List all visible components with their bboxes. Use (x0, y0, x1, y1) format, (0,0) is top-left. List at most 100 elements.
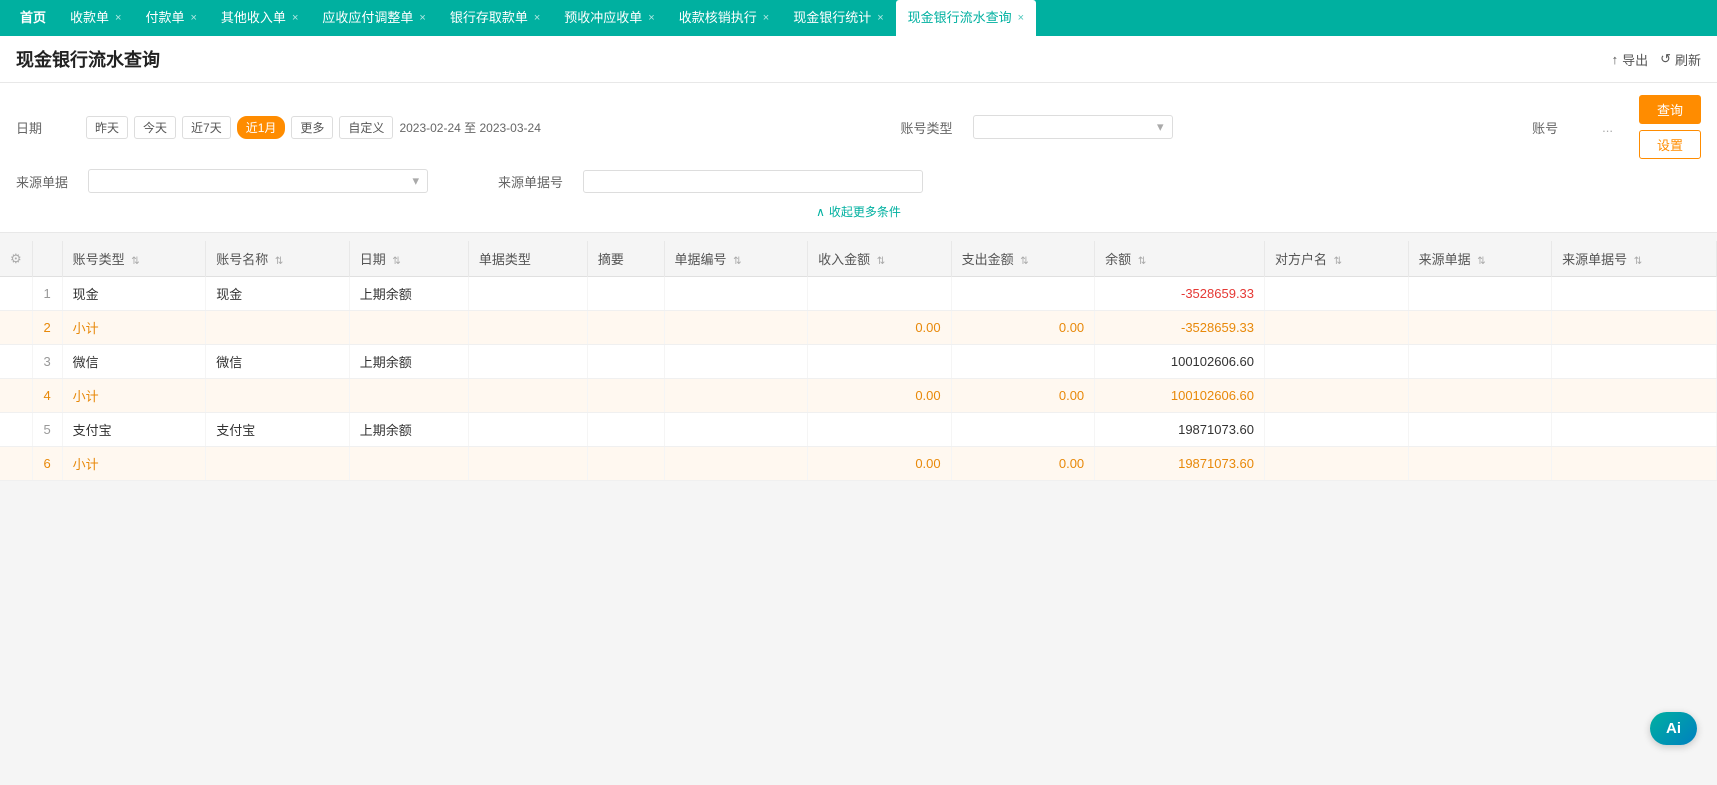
settings-button[interactable]: 设置 (1639, 130, 1701, 159)
nav-item-cash-bank-stats[interactable]: 现金银行统计 × (781, 0, 895, 36)
collapse-bar[interactable]: ∧ 收起更多条件 (16, 203, 1701, 220)
sort-icon: ⇅ (1334, 256, 1342, 267)
row-source-doc-no (1552, 311, 1717, 345)
row-balance: 100102606.60 (1095, 345, 1265, 379)
top-navigation: 首页 收款单 × 付款单 × 其他收入单 × 应收应付调整单 × 银行存取款单 … (0, 0, 1717, 36)
close-icon[interactable]: × (1018, 0, 1024, 36)
close-icon[interactable]: × (648, 0, 654, 36)
refresh-button[interactable]: ↺ 刷新 (1660, 50, 1701, 69)
row-account-type: 小计 (62, 311, 206, 345)
sort-icon: ⇅ (1020, 256, 1028, 267)
row-doc-type (468, 311, 587, 345)
nav-item-cash-bank-flow[interactable]: 现金银行流水查询 × (896, 0, 1036, 36)
date-btn-yesterday[interactable]: 昨天 (86, 116, 128, 139)
source-doc-no-input[interactable] (583, 170, 923, 193)
nav-item-receipt[interactable]: 收款单 × (58, 0, 133, 36)
chevron-down-icon: ▾ (412, 173, 419, 189)
row-summary (587, 447, 664, 481)
source-doc-column-header[interactable]: 来源单据 ⇅ (1408, 241, 1552, 277)
row-source-doc (1408, 311, 1552, 345)
doc-type-column-header: 单据类型 (468, 241, 587, 277)
date-options: 昨天 今天 近7天 近1月 更多 自定义 2023-02-24 至 2023-0… (86, 116, 541, 139)
filter-row-source: 来源单据 ▾ 来源单据号 (16, 169, 1701, 193)
row-balance: -3528659.33 (1095, 311, 1265, 345)
row-date: 上期余额 (349, 413, 468, 447)
close-icon[interactable]: × (292, 0, 298, 36)
row-doc-no (664, 413, 808, 447)
income-column-header[interactable]: 收入金额 ⇅ (808, 241, 952, 277)
date-btn-custom[interactable]: 自定义 (339, 116, 393, 139)
row-index: 2 (32, 311, 62, 345)
filter-row-date: 日期 昨天 今天 近7天 近1月 更多 自定义 2023-02-24 至 202… (16, 95, 1701, 159)
row-expense (951, 345, 1095, 379)
account-type-label: 账号类型 (901, 118, 953, 137)
ai-assistant-badge[interactable]: Ai (1650, 712, 1697, 745)
account-ellipsis[interactable]: ... (1602, 120, 1613, 135)
row-doc-type (468, 277, 587, 311)
row-source-doc-no (1552, 345, 1717, 379)
row-account-name: 支付宝 (206, 413, 350, 447)
date-range-display: 2023-02-24 至 2023-03-24 (399, 119, 540, 136)
row-account-name (206, 447, 350, 481)
sort-icon: ⇅ (1477, 256, 1485, 267)
row-account-name: 微信 (206, 345, 350, 379)
nav-item-payment[interactable]: 付款单 × (133, 0, 208, 36)
row-counterparty (1265, 447, 1409, 481)
date-btn-more[interactable]: 更多 (291, 116, 333, 139)
row-gear (0, 311, 32, 345)
source-doc-label: 来源单据 (16, 172, 68, 191)
date-column-header[interactable]: 日期 ⇅ (349, 241, 468, 277)
row-account-name (206, 311, 350, 345)
row-account-name (206, 379, 350, 413)
source-doc-no-column-header[interactable]: 来源单据号 ⇅ (1552, 241, 1717, 277)
export-button[interactable]: ↑ 导出 (1612, 50, 1649, 69)
nav-item-collection-exec[interactable]: 收款核销执行 × (667, 0, 781, 36)
doc-no-column-header[interactable]: 单据编号 ⇅ (664, 241, 808, 277)
row-expense (951, 277, 1095, 311)
nav-item-ar-ap-adjust[interactable]: 应收应付调整单 × (310, 0, 437, 36)
nav-item-home[interactable]: 首页 (8, 0, 58, 36)
query-button[interactable]: 查询 (1639, 95, 1701, 124)
close-icon[interactable]: × (115, 0, 121, 36)
row-summary (587, 379, 664, 413)
expense-column-header[interactable]: 支出金额 ⇅ (951, 241, 1095, 277)
row-source-doc (1408, 447, 1552, 481)
close-icon[interactable]: × (534, 0, 540, 36)
date-btn-today[interactable]: 今天 (134, 116, 176, 139)
refresh-icon: ↺ (1660, 51, 1671, 67)
row-balance: -3528659.33 (1095, 277, 1265, 311)
row-source-doc (1408, 413, 1552, 447)
table-row: 2 小计 0.00 0.00 -3528659.33 (0, 311, 1717, 345)
collapse-up-icon: ∧ (816, 205, 825, 219)
account-type-column-header[interactable]: 账号类型 ⇅ (62, 241, 206, 277)
close-icon[interactable]: × (190, 0, 196, 36)
row-doc-no (664, 379, 808, 413)
row-gear (0, 379, 32, 413)
nav-item-other-income[interactable]: 其他收入单 × (209, 0, 310, 36)
close-icon[interactable]: × (419, 0, 425, 36)
source-doc-select[interactable]: ▾ (88, 169, 428, 193)
sort-icon: ⇅ (131, 256, 139, 267)
nav-item-prepay-offset[interactable]: 预收冲应收单 × (552, 0, 666, 36)
nav-item-bank-deposit[interactable]: 银行存取款单 × (438, 0, 552, 36)
row-counterparty (1265, 413, 1409, 447)
account-name-column-header[interactable]: 账号名称 ⇅ (206, 241, 350, 277)
date-btn-7days[interactable]: 近7天 (182, 116, 231, 139)
sort-icon: ⇅ (1138, 256, 1146, 267)
gear-column-header[interactable]: ⚙ (0, 241, 32, 277)
filter-area: 日期 昨天 今天 近7天 近1月 更多 自定义 2023-02-24 至 202… (0, 83, 1717, 233)
counterparty-column-header[interactable]: 对方户名 ⇅ (1265, 241, 1409, 277)
row-source-doc-no (1552, 379, 1717, 413)
page-title: 现金银行流水查询 (16, 46, 160, 72)
row-date: 上期余额 (349, 277, 468, 311)
row-balance: 19871073.60 (1095, 413, 1265, 447)
close-icon[interactable]: × (877, 0, 883, 36)
balance-column-header[interactable]: 余额 ⇅ (1095, 241, 1265, 277)
sort-icon: ⇅ (1634, 256, 1642, 267)
account-type-select[interactable]: ▾ (973, 115, 1173, 139)
date-btn-1month[interactable]: 近1月 (237, 116, 286, 139)
row-doc-no (664, 277, 808, 311)
close-icon[interactable]: × (763, 0, 769, 36)
source-doc-no-label: 来源单据号 (498, 172, 563, 191)
sort-icon: ⇅ (877, 256, 885, 267)
